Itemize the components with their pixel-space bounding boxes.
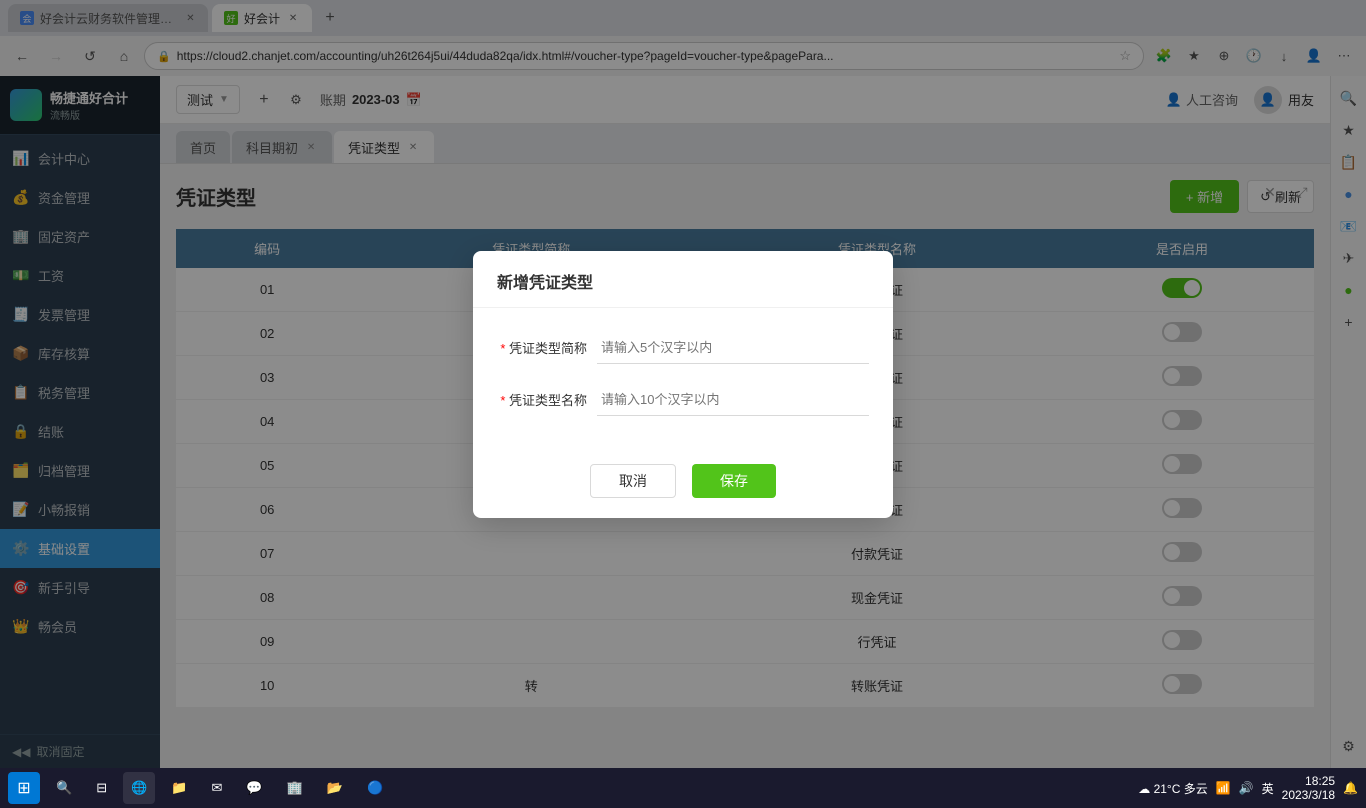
- short-input[interactable]: [597, 332, 869, 364]
- modal-header: 新增凭证类型: [473, 251, 893, 308]
- save-button[interactable]: 保存: [692, 464, 776, 498]
- taskbar-wechat[interactable]: 💬: [238, 772, 270, 804]
- volume-icon: 🔊: [1239, 781, 1254, 795]
- modal-footer: 取消 保存: [473, 452, 893, 518]
- taskbar-mail[interactable]: ✉: [203, 772, 230, 804]
- modal-body: 凭证类型简称 凭证类型名称: [473, 308, 893, 452]
- weather-info: ☁ 21°C 多云: [1138, 780, 1208, 797]
- name-label: 凭证类型名称: [497, 390, 587, 409]
- modal-title: 新增凭证类型: [497, 275, 593, 292]
- taskbar: ⊞ 🔍 ⊟ 🌐 📁 ✉ 💬 🏢 📂 🔵 ☁ 21°C 多云 📶 🔊 英 18:2…: [0, 768, 1366, 808]
- taskbar-right: ☁ 21°C 多云 📶 🔊 英 18:25 2023/3/18 🔔: [1138, 774, 1358, 802]
- taskbar-files[interactable]: 📂: [319, 772, 351, 804]
- modal-overlay: 新增凭证类型 凭证类型简称 凭证类型名称 取消 保存: [0, 0, 1366, 768]
- taskbar-explorer[interactable]: 📁: [163, 772, 195, 804]
- short-label: 凭证类型简称: [497, 338, 587, 357]
- taskbar-task-view[interactable]: ⊟: [88, 772, 115, 804]
- name-input[interactable]: [597, 384, 869, 416]
- notifications-icon[interactable]: 🔔: [1343, 781, 1358, 795]
- start-button[interactable]: ⊞: [8, 772, 40, 804]
- form-row-name: 凭证类型名称: [497, 384, 869, 416]
- add-voucher-type-modal: 新增凭证类型 凭证类型简称 凭证类型名称 取消 保存: [473, 251, 893, 518]
- taskbar-search[interactable]: 🔍: [48, 772, 80, 804]
- lang-indicator: 英: [1262, 780, 1274, 797]
- form-row-short: 凭证类型简称: [497, 332, 869, 364]
- taskbar-chrome[interactable]: 🌐: [123, 772, 155, 804]
- cancel-button[interactable]: 取消: [590, 464, 676, 498]
- taskbar-edge[interactable]: 🔵: [359, 772, 391, 804]
- network-icon: 📶: [1216, 781, 1231, 795]
- taskbar-clock[interactable]: 18:25 2023/3/18: [1282, 774, 1335, 802]
- clock-time: 18:25: [1282, 774, 1335, 788]
- clock-date: 2023/3/18: [1282, 788, 1335, 802]
- taskbar-office[interactable]: 🏢: [279, 772, 311, 804]
